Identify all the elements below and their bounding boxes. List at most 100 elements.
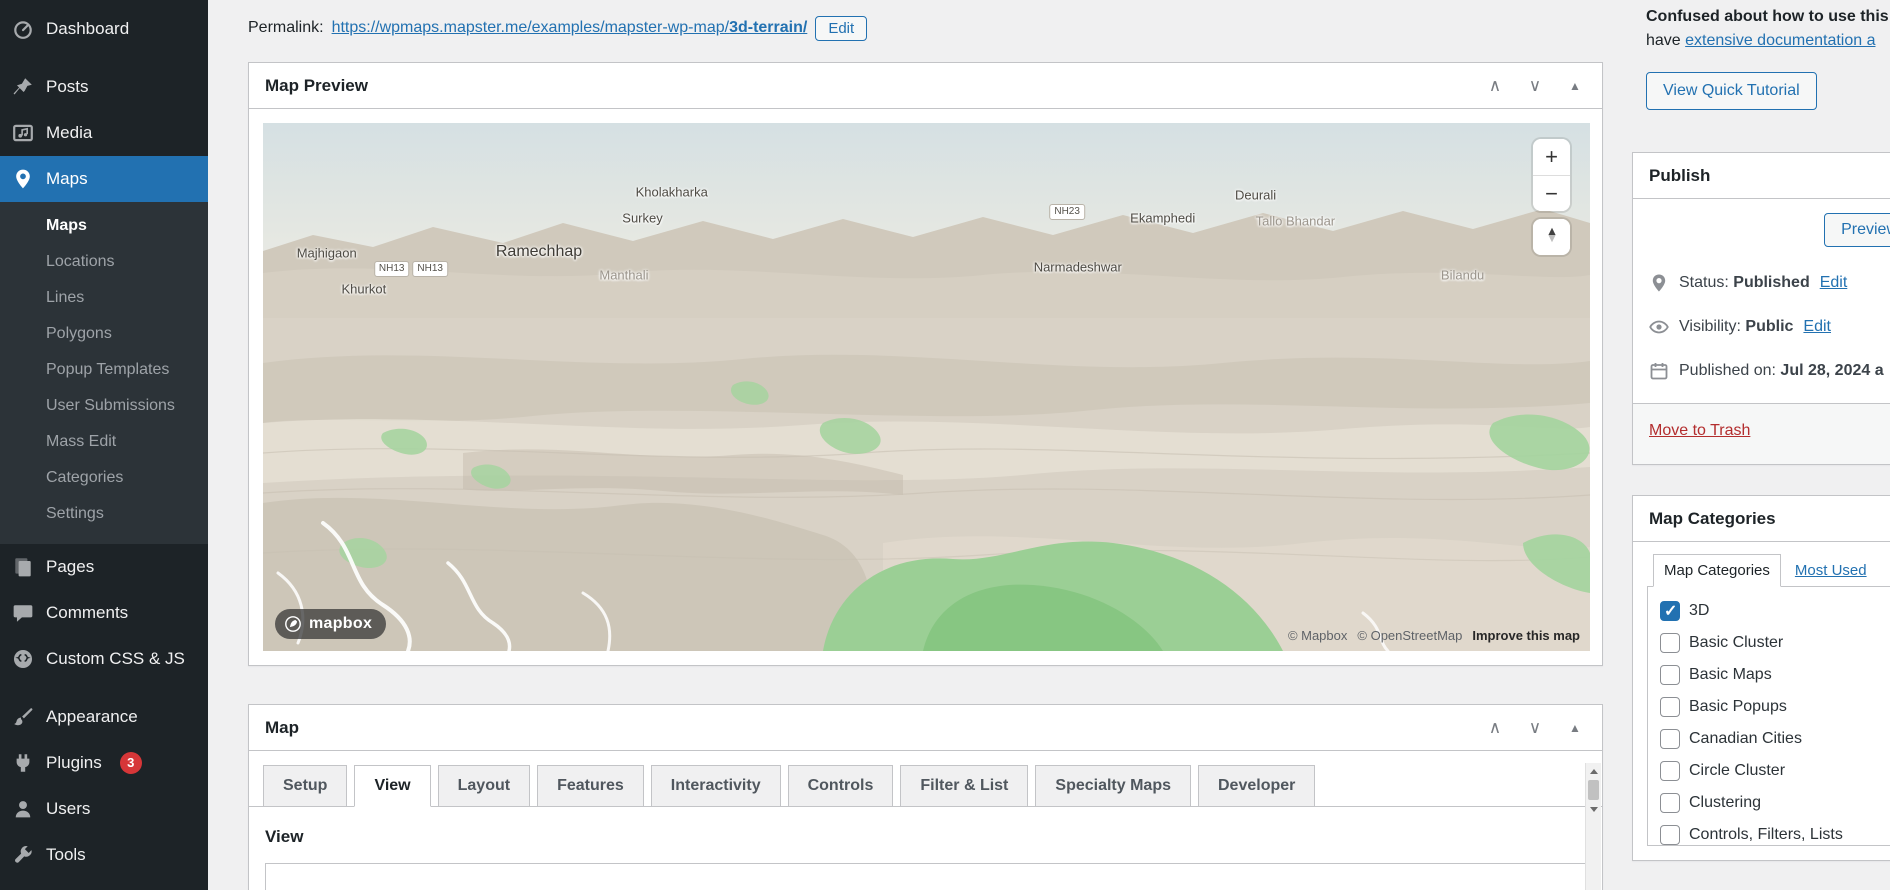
collapse-toggle-icon[interactable]: ▲ bbox=[1558, 711, 1592, 745]
panel-scrollbar[interactable] bbox=[1585, 763, 1601, 890]
view-section-heading: View bbox=[265, 827, 304, 846]
category-checkbox[interactable] bbox=[1660, 697, 1680, 717]
category-item[interactable]: Basic Maps bbox=[1660, 659, 1890, 691]
category-item[interactable]: Basic Cluster bbox=[1660, 627, 1890, 659]
category-checkbox[interactable] bbox=[1660, 729, 1680, 749]
tab-view[interactable]: View bbox=[354, 765, 431, 807]
sidebar-item-pages[interactable]: Pages bbox=[0, 544, 208, 590]
road-shield-badge: NH13 bbox=[412, 260, 448, 277]
permalink-link[interactable]: https://wpmaps.mapster.me/examples/mapst… bbox=[332, 19, 808, 37]
documentation-link[interactable]: extensive documentation a bbox=[1685, 32, 1875, 49]
scroll-down-icon[interactable] bbox=[1586, 801, 1601, 817]
category-item[interactable]: Canadian Cities bbox=[1660, 723, 1890, 755]
move-down-icon[interactable]: ∨ bbox=[1518, 69, 1552, 103]
users-icon bbox=[12, 798, 34, 820]
help-note-line2: have extensive documentation a bbox=[1646, 32, 1876, 49]
map-preview-header: Map Preview ∧ ∨ ▲ bbox=[249, 63, 1602, 109]
mapbox-logo[interactable]: mapbox bbox=[275, 609, 387, 639]
map-categories-title: Map Categories bbox=[1649, 508, 1776, 528]
edit-visibility-link[interactable]: Edit bbox=[1803, 318, 1831, 336]
tab-most-used[interactable]: Most Used bbox=[1785, 555, 1877, 586]
sidebar-item-plugins[interactable]: Plugins 3 bbox=[0, 740, 208, 786]
tab-specialty-maps[interactable]: Specialty Maps bbox=[1035, 765, 1191, 807]
category-checkbox[interactable] bbox=[1660, 761, 1680, 781]
map-settings-tab-strip: Setup View Layout Features Interactivity… bbox=[249, 751, 1602, 807]
sidebar-item-label: Custom CSS & JS bbox=[46, 649, 185, 668]
sidebar-item-custom-css-js[interactable]: Custom CSS & JS bbox=[0, 636, 208, 682]
publish-header: Publish bbox=[1633, 153, 1890, 199]
map-pin-icon bbox=[12, 168, 34, 190]
submenu-item-polygons[interactable]: Polygons bbox=[0, 316, 208, 352]
mapbox-attribution-link[interactable]: © Mapbox bbox=[1288, 628, 1347, 643]
tab-features[interactable]: Features bbox=[537, 765, 644, 807]
current-item-arrow bbox=[200, 171, 216, 187]
scroll-up-icon[interactable] bbox=[1586, 763, 1601, 779]
minor-publishing-actions: Preview bbox=[1633, 199, 1890, 261]
terrain-graphic bbox=[263, 123, 1590, 651]
move-up-icon[interactable]: ∧ bbox=[1478, 711, 1512, 745]
submenu-item-lines[interactable]: Lines bbox=[0, 280, 208, 316]
sidebar-item-label: Dashboard bbox=[46, 19, 130, 38]
submenu-item-locations[interactable]: Locations bbox=[0, 244, 208, 280]
help-note: Confused about how to use this have exte… bbox=[1632, 0, 1890, 110]
sidebar-item-tools[interactable]: Tools bbox=[0, 832, 208, 878]
category-checkbox[interactable] bbox=[1660, 633, 1680, 653]
zoom-in-button[interactable]: + bbox=[1533, 139, 1570, 175]
category-checkbox[interactable] bbox=[1660, 601, 1680, 621]
tab-interactivity[interactable]: Interactivity bbox=[650, 765, 781, 807]
sidebar-item-users[interactable]: Users bbox=[0, 786, 208, 832]
menu-separator bbox=[0, 682, 208, 694]
scrollbar-thumb[interactable] bbox=[1588, 780, 1599, 800]
map-canvas[interactable]: Kholakharka Surkey Deurali Tallo Bhandar… bbox=[263, 123, 1590, 651]
plugins-icon bbox=[12, 752, 34, 774]
tab-map-categories[interactable]: Map Categories bbox=[1653, 554, 1781, 587]
tab-developer[interactable]: Developer bbox=[1198, 765, 1316, 807]
tab-controls[interactable]: Controls bbox=[787, 765, 894, 807]
sidebar-item-posts[interactable]: Posts bbox=[0, 64, 208, 110]
category-checkbox[interactable] bbox=[1660, 665, 1680, 685]
submenu-item-mass-edit[interactable]: Mass Edit bbox=[0, 424, 208, 460]
sidebar-item-media[interactable]: Media bbox=[0, 110, 208, 156]
move-down-icon[interactable]: ∨ bbox=[1518, 711, 1552, 745]
move-up-icon[interactable]: ∧ bbox=[1478, 69, 1512, 103]
road-shield-badge: NH13 bbox=[373, 260, 410, 277]
preview-button[interactable]: Preview bbox=[1824, 213, 1890, 247]
category-item[interactable]: 3D bbox=[1660, 595, 1890, 627]
sidebar-item-appearance[interactable]: Appearance bbox=[0, 694, 208, 740]
map-navigation-control: + − bbox=[1533, 139, 1570, 255]
tools-icon bbox=[12, 844, 34, 866]
tab-filter-list[interactable]: Filter & List bbox=[900, 765, 1029, 807]
help-note-line1: Confused about how to use this bbox=[1646, 8, 1889, 25]
move-to-trash-link[interactable]: Move to Trash bbox=[1649, 422, 1750, 439]
map-settings-panel: Map ∧ ∨ ▲ Setup View Layout Features Int… bbox=[248, 704, 1603, 890]
category-item[interactable]: Controls, Filters, Lists bbox=[1660, 819, 1890, 845]
category-checkbox[interactable] bbox=[1660, 793, 1680, 813]
submenu-item-settings[interactable]: Settings bbox=[0, 496, 208, 532]
collapse-toggle-icon[interactable]: ▲ bbox=[1558, 69, 1592, 103]
published-on-text: Published on: Jul 28, 2024 a bbox=[1679, 362, 1884, 379]
tab-layout[interactable]: Layout bbox=[437, 765, 531, 807]
sidebar-item-comments[interactable]: Comments bbox=[0, 590, 208, 636]
improve-map-link[interactable]: Improve this map bbox=[1472, 628, 1580, 643]
category-checkbox[interactable] bbox=[1660, 825, 1680, 845]
view-quick-tutorial-button[interactable]: View Quick Tutorial bbox=[1646, 72, 1817, 110]
tab-setup[interactable]: Setup bbox=[263, 765, 348, 807]
submenu-item-maps[interactable]: Maps bbox=[0, 208, 208, 244]
compass-button[interactable] bbox=[1533, 219, 1570, 255]
menu-separator bbox=[0, 52, 208, 64]
submenu-item-categories[interactable]: Categories bbox=[0, 460, 208, 496]
submenu-item-user-submissions[interactable]: User Submissions bbox=[0, 388, 208, 424]
permalink-edit-button[interactable]: Edit bbox=[815, 15, 868, 41]
permalink-row: Permalink: https://wpmaps.mapster.me/exa… bbox=[248, 10, 1603, 46]
zoom-out-button[interactable]: − bbox=[1533, 175, 1570, 211]
osm-attribution-link[interactable]: © OpenStreetMap bbox=[1357, 628, 1462, 643]
sidebar-item-maps[interactable]: Maps bbox=[0, 156, 208, 202]
maps-submenu: Maps Locations Lines Polygons Popup Temp… bbox=[0, 202, 208, 544]
category-item[interactable]: Circle Cluster bbox=[1660, 755, 1890, 787]
submenu-item-popup-templates[interactable]: Popup Templates bbox=[0, 352, 208, 388]
category-item[interactable]: Clustering bbox=[1660, 787, 1890, 819]
custom-css-icon bbox=[12, 648, 34, 670]
sidebar-item-dashboard[interactable]: Dashboard bbox=[0, 6, 208, 52]
edit-status-link[interactable]: Edit bbox=[1820, 274, 1848, 292]
category-item[interactable]: Basic Popups bbox=[1660, 691, 1890, 723]
